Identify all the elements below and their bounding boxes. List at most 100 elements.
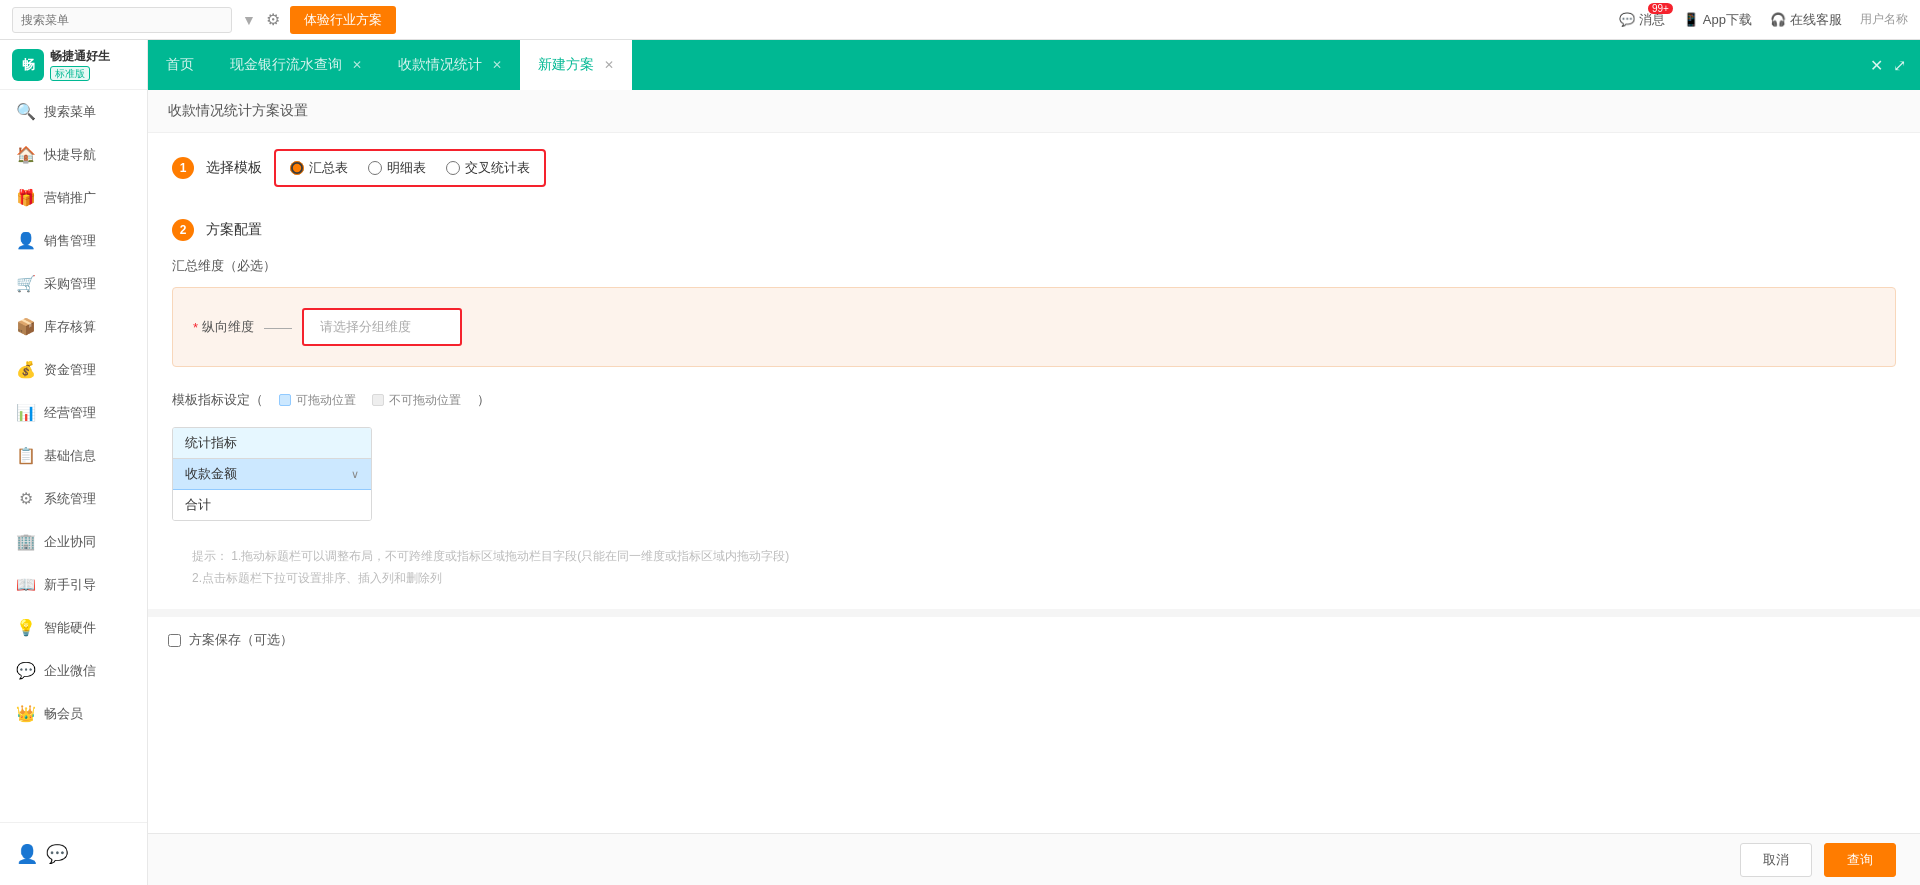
save-checkbox[interactable] <box>168 634 181 647</box>
sidebar-item-marketing[interactable]: 🎁 营销推广 <box>0 176 147 219</box>
section-divider <box>148 609 1920 617</box>
sidebar-item-label-sales: 销售管理 <box>44 232 96 250</box>
sidebar-item-finance[interactable]: 💰 资金管理 <box>0 348 147 391</box>
save-row: 方案保存（可选） <box>148 617 1920 663</box>
tab-newplan[interactable]: 新建方案 ✕ <box>520 40 632 90</box>
step2-label: 方案配置 <box>206 221 262 239</box>
sidebar-item-system[interactable]: ⚙ 系统管理 <box>0 477 147 520</box>
query-button[interactable]: 查询 <box>1824 843 1896 877</box>
tab-home[interactable]: 首页 <box>148 40 212 90</box>
finance-icon: 💰 <box>16 360 36 379</box>
main-layout: 畅 畅捷通好生 标准版 🔍 搜索菜单 🏠 快捷导航 🎁 营销推广 👤 销 <box>0 40 1920 885</box>
sidebar-item-member[interactable]: 👑 畅会员 <box>0 692 147 735</box>
tab-cashflow-close[interactable]: ✕ <box>352 58 362 72</box>
metrics-col-header-label: 收款金额 <box>185 465 237 483</box>
tab-receipt-close[interactable]: ✕ <box>492 58 502 72</box>
tips-section: 提示： 1.拖动标题栏可以调整布局，不可跨维度或指标区域拖动栏目字段(只能在同一… <box>172 536 1896 593</box>
dimension-select[interactable]: 请选择分组维度 <box>302 308 462 346</box>
radio-summary-input[interactable] <box>290 161 304 175</box>
radio-cross-input[interactable] <box>446 161 460 175</box>
hardware-icon: 💡 <box>16 618 36 637</box>
radio-detail-input[interactable] <box>368 161 382 175</box>
sidebar-item-label-basicinfo: 基础信息 <box>44 447 96 465</box>
tab-bar-actions: ✕ ⤢ <box>1856 56 1920 75</box>
fixed-dot <box>372 394 384 406</box>
dropdown-arrow-icon: ▼ <box>242 12 256 28</box>
basicinfo-icon: 📋 <box>16 446 36 465</box>
sidebar-item-purchase[interactable]: 🛒 采购管理 <box>0 262 147 305</box>
logo-text: 畅捷通好生 标准版 <box>50 48 110 81</box>
dimension-grid: * 纵向维度 —— 请选择分组维度 <box>172 287 1896 367</box>
sidebar-item-label-search: 搜索菜单 <box>44 103 96 121</box>
service-item[interactable]: 🎧 在线客服 <box>1770 11 1842 29</box>
draggable-dot <box>279 394 291 406</box>
marketing-icon: 🎁 <box>16 188 36 207</box>
step2-section: 2 方案配置 汇总维度（必选） * 纵向维度 —— 请选择分组维度 <box>148 219 1920 609</box>
sales-icon: 👤 <box>16 231 36 250</box>
cancel-button[interactable]: 取消 <box>1740 843 1812 877</box>
tip-text-2: 2.点击标题栏下拉可设置排序、插入列和删除列 <box>192 568 1876 590</box>
metrics-section: 模板指标设定（ 可拖动位置 不可拖动位置 ） <box>172 379 1896 536</box>
page-content: 收款情况统计方案设置 1 选择模板 汇总表 <box>148 90 1920 833</box>
member-icon: 👑 <box>16 704 36 723</box>
sidebar-item-label-inventory: 库存核算 <box>44 318 96 336</box>
enterprise-icon: 🏢 <box>16 532 36 551</box>
metrics-table-header: 统计指标 <box>173 428 371 459</box>
step2-row: 2 方案配置 <box>172 219 1896 241</box>
download-label: App下载 <box>1703 11 1752 29</box>
download-item[interactable]: 📱 App下载 <box>1683 11 1752 29</box>
inventory-icon: 📦 <box>16 317 36 336</box>
sidebar-nav: 🔍 搜索菜单 🏠 快捷导航 🎁 营销推广 👤 销售管理 🛒 采购管理 📦 <box>0 90 147 822</box>
draggable-label: 可拖动位置 <box>296 392 356 409</box>
dimension-section: 汇总维度（必选） * 纵向维度 —— 请选择分组维度 <box>172 257 1896 379</box>
tab-close-icon[interactable]: ✕ <box>1870 56 1883 75</box>
message-item[interactable]: 💬 消息 99+ <box>1619 11 1665 29</box>
tab-cashflow-label: 现金银行流水查询 <box>230 56 342 74</box>
drag-fixed-legend: 不可拖动位置 <box>372 392 461 409</box>
metrics-col-dropdown-icon[interactable]: ∨ <box>351 468 359 481</box>
footer-bar: 取消 查询 <box>148 833 1920 885</box>
metrics-col-header[interactable]: 收款金额 ∨ <box>173 459 371 490</box>
sidebar-item-business[interactable]: 📊 经营管理 <box>0 391 147 434</box>
sidebar: 畅 畅捷通好生 标准版 🔍 搜索菜单 🏠 快捷导航 🎁 营销推广 👤 销 <box>0 40 148 885</box>
radio-detail[interactable]: 明细表 <box>368 159 426 177</box>
radio-cross-label: 交叉统计表 <box>465 159 530 177</box>
search-icon: 🔍 <box>16 102 36 121</box>
drag-draggable-legend: 可拖动位置 <box>279 392 356 409</box>
radio-summary[interactable]: 汇总表 <box>290 159 348 177</box>
sidebar-badge: 标准版 <box>50 66 90 81</box>
sidebar-item-inventory[interactable]: 📦 库存核算 <box>0 305 147 348</box>
search-input[interactable] <box>12 7 232 33</box>
sidebar-item-label-marketing: 营销推广 <box>44 189 96 207</box>
sidebar-item-sales[interactable]: 👤 销售管理 <box>0 219 147 262</box>
system-icon: ⚙ <box>16 489 36 508</box>
trial-button[interactable]: 体验行业方案 <box>290 6 396 34</box>
sidebar-item-search[interactable]: 🔍 搜索菜单 <box>0 90 147 133</box>
tab-expand-icon[interactable]: ⤢ <box>1893 56 1906 75</box>
tab-newplan-close[interactable]: ✕ <box>604 58 614 72</box>
sidebar-item-basicinfo[interactable]: 📋 基础信息 <box>0 434 147 477</box>
sidebar-item-hardware[interactable]: 💡 智能硬件 <box>0 606 147 649</box>
gear-icon[interactable]: ⚙ <box>266 10 280 29</box>
dimension-title: 汇总维度（必选） <box>172 257 1896 275</box>
radio-cross[interactable]: 交叉统计表 <box>446 159 530 177</box>
save-label: 方案保存（可选） <box>189 631 293 649</box>
tab-receipt[interactable]: 收款情况统计 ✕ <box>380 40 520 90</box>
download-icon: 📱 <box>1683 12 1699 27</box>
tab-cashflow[interactable]: 现金银行流水查询 ✕ <box>212 40 380 90</box>
step1-label: 选择模板 <box>206 159 262 177</box>
sidebar-item-enterprise[interactable]: 🏢 企业协同 <box>0 520 147 563</box>
sidebar-bottom-item1[interactable]: 👤 💬 <box>0 833 147 875</box>
sidebar-item-label-guide: 新手引导 <box>44 576 96 594</box>
sidebar-item-label-wechat: 企业微信 <box>44 662 96 680</box>
sidebar-bottom-icon2: 💬 <box>46 843 68 865</box>
message-icon: 💬 <box>1619 12 1635 27</box>
sidebar-item-wechat[interactable]: 💬 企业微信 <box>0 649 147 692</box>
vertical-dim-label: * 纵向维度 <box>193 318 254 336</box>
service-label: 在线客服 <box>1790 11 1842 29</box>
sidebar-item-guide[interactable]: 📖 新手引导 <box>0 563 147 606</box>
sidebar-item-label-finance: 资金管理 <box>44 361 96 379</box>
service-icon: 🎧 <box>1770 12 1786 27</box>
tab-home-label: 首页 <box>166 56 194 74</box>
sidebar-item-home[interactable]: 🏠 快捷导航 <box>0 133 147 176</box>
